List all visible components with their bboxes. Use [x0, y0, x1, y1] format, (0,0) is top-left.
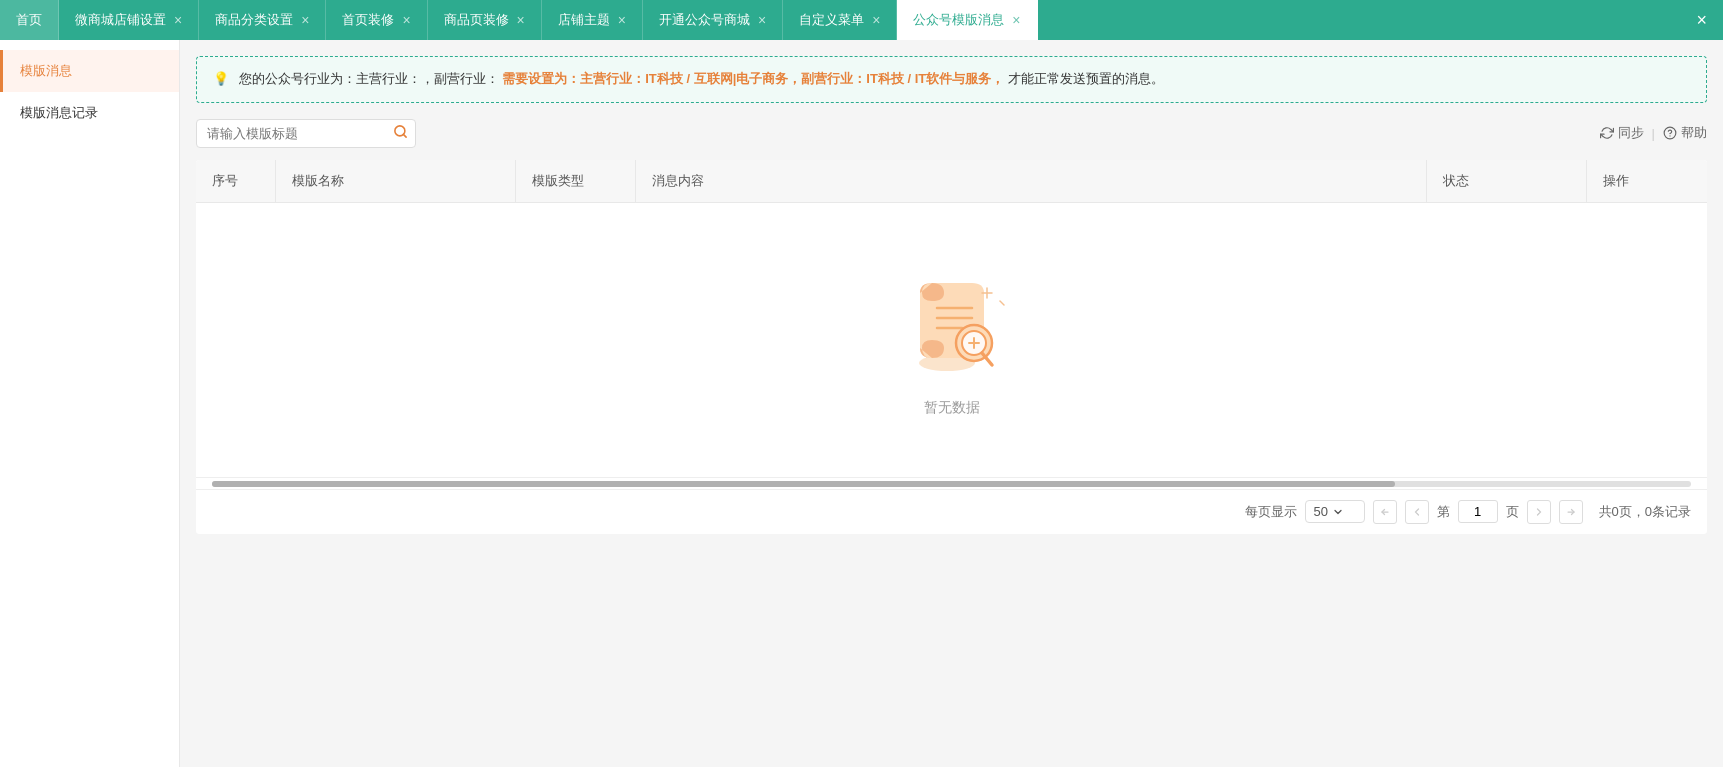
- search-right: 同步 | 帮助: [1600, 124, 1707, 142]
- sidebar-item-template-msg-label: 模版消息: [20, 63, 72, 78]
- search-bar: 同步 | 帮助: [196, 119, 1707, 148]
- prev-page-button[interactable]: [1405, 500, 1429, 524]
- last-page-button[interactable]: [1559, 500, 1583, 524]
- scrollbar-area[interactable]: [196, 477, 1707, 489]
- notice-highlight-text: 需要设置为：主营行业：IT科技 / 互联网|电子商务，副营行业：IT科技 / I…: [502, 71, 1004, 86]
- tab-product-decor-label: 商品页装修: [444, 11, 509, 29]
- search-input-wrap: [196, 119, 416, 148]
- sync-label: 同步: [1618, 124, 1644, 142]
- tab-custom-menu[interactable]: 自定义菜单 ×: [783, 0, 897, 40]
- per-page-value: 50: [1314, 504, 1328, 519]
- tab-category-close[interactable]: ×: [301, 13, 309, 27]
- sync-icon: [1600, 126, 1614, 140]
- tab-template-msg[interactable]: 公众号模版消息 ×: [897, 0, 1037, 40]
- tab-custom-menu-label: 自定义菜单: [799, 11, 864, 29]
- next-page-icon: [1533, 506, 1545, 518]
- tab-homepage-decor[interactable]: 首页装修 ×: [326, 0, 427, 40]
- tab-open-mall-label: 开通公众号商城: [659, 11, 750, 29]
- tab-open-mall-close[interactable]: ×: [758, 13, 766, 27]
- tab-bar: 首页 微商城店铺设置 × 商品分类设置 × 首页装修 × 商品页装修 × 店铺主…: [0, 0, 1723, 40]
- search-left: [196, 119, 416, 148]
- tab-bar-close-all[interactable]: ×: [1680, 10, 1723, 31]
- total-label: 共0页，0条记录: [1599, 503, 1691, 521]
- next-page-button[interactable]: [1527, 500, 1551, 524]
- th-name: 模版名称: [276, 160, 516, 202]
- last-page-icon: [1565, 506, 1577, 518]
- th-seq: 序号: [196, 160, 276, 202]
- notice-prefix-text: 您的公众号行业为：主营行业：，副营行业：: [239, 71, 499, 86]
- notice-banner: 💡 您的公众号行业为：主营行业：，副营行业： 需要设置为：主营行业：IT科技 /…: [196, 56, 1707, 103]
- tab-template-msg-close[interactable]: ×: [1012, 13, 1020, 27]
- per-page-select[interactable]: 50: [1305, 500, 1365, 523]
- pagination: 每页显示 50: [196, 489, 1707, 534]
- tab-wsc-store[interactable]: 微商城店铺设置 ×: [59, 0, 199, 40]
- sidebar-item-template-msg[interactable]: 模版消息: [0, 50, 179, 92]
- th-status: 状态: [1427, 160, 1587, 202]
- main-layout: 模版消息 模版消息记录 💡 您的公众号行业为：主营行业：，副营行业： 需要设置为…: [0, 40, 1723, 767]
- chevron-down-icon: [1332, 506, 1344, 518]
- tab-category[interactable]: 商品分类设置 ×: [199, 0, 326, 40]
- sidebar-item-template-msg-log[interactable]: 模版消息记录: [0, 92, 179, 134]
- th-action: 操作: [1587, 160, 1707, 202]
- help-button[interactable]: 帮助: [1663, 124, 1707, 142]
- tab-template-msg-label: 公众号模版消息: [913, 11, 1004, 29]
- search-icon: [393, 124, 408, 139]
- tab-category-label: 商品分类设置: [215, 11, 293, 29]
- empty-state: 暂无数据: [196, 203, 1707, 477]
- tab-store-theme[interactable]: 店铺主题 ×: [542, 0, 643, 40]
- sidebar: 模版消息 模版消息记录: [0, 40, 180, 767]
- scrollbar-track: [212, 481, 1691, 487]
- notice-suffix-text: 才能正常发送预置的消息。: [1008, 71, 1164, 86]
- page-label: 第: [1437, 503, 1450, 521]
- page-input[interactable]: [1458, 500, 1498, 523]
- search-input[interactable]: [196, 119, 416, 148]
- help-icon: [1663, 126, 1677, 140]
- table-wrap: 序号 模版名称 模版类型 消息内容 状态 操作: [196, 160, 1707, 534]
- svg-line-1: [403, 135, 406, 138]
- tab-open-mall[interactable]: 开通公众号商城 ×: [643, 0, 783, 40]
- tab-wsc-store-close[interactable]: ×: [174, 13, 182, 27]
- empty-text: 暂无数据: [924, 399, 980, 417]
- first-page-button[interactable]: [1373, 500, 1397, 524]
- tab-custom-menu-close[interactable]: ×: [872, 13, 880, 27]
- tab-product-decor[interactable]: 商品页装修 ×: [428, 0, 542, 40]
- scrollbar-thumb[interactable]: [212, 481, 1395, 487]
- sidebar-item-template-msg-log-label: 模版消息记录: [20, 105, 98, 120]
- tab-store-theme-label: 店铺主题: [558, 11, 610, 29]
- content-area: 💡 您的公众号行业为：主营行业：，副营行业： 需要设置为：主营行业：IT科技 /…: [180, 40, 1723, 767]
- empty-illustration: [892, 263, 1012, 383]
- per-page-label: 每页显示: [1245, 503, 1297, 521]
- sync-button[interactable]: 同步: [1600, 124, 1644, 142]
- tab-homepage-decor-label: 首页装修: [342, 11, 394, 29]
- tab-wsc-store-label: 微商城店铺设置: [75, 11, 166, 29]
- tab-home[interactable]: 首页: [0, 0, 59, 40]
- first-page-icon: [1379, 506, 1391, 518]
- notice-icon: 💡: [213, 71, 229, 86]
- tab-store-theme-close[interactable]: ×: [618, 13, 626, 27]
- search-button[interactable]: [393, 124, 408, 142]
- page-suffix: 页: [1506, 503, 1519, 521]
- tab-homepage-decor-close[interactable]: ×: [402, 13, 410, 27]
- help-label: 帮助: [1681, 124, 1707, 142]
- tab-home-label: 首页: [16, 11, 42, 29]
- th-content: 消息内容: [636, 160, 1427, 202]
- prev-page-icon: [1411, 506, 1423, 518]
- table-header: 序号 模版名称 模版类型 消息内容 状态 操作: [196, 160, 1707, 203]
- svg-line-15: [1000, 301, 1004, 305]
- divider: |: [1652, 126, 1655, 141]
- th-type: 模版类型: [516, 160, 636, 202]
- tab-product-decor-close[interactable]: ×: [517, 13, 525, 27]
